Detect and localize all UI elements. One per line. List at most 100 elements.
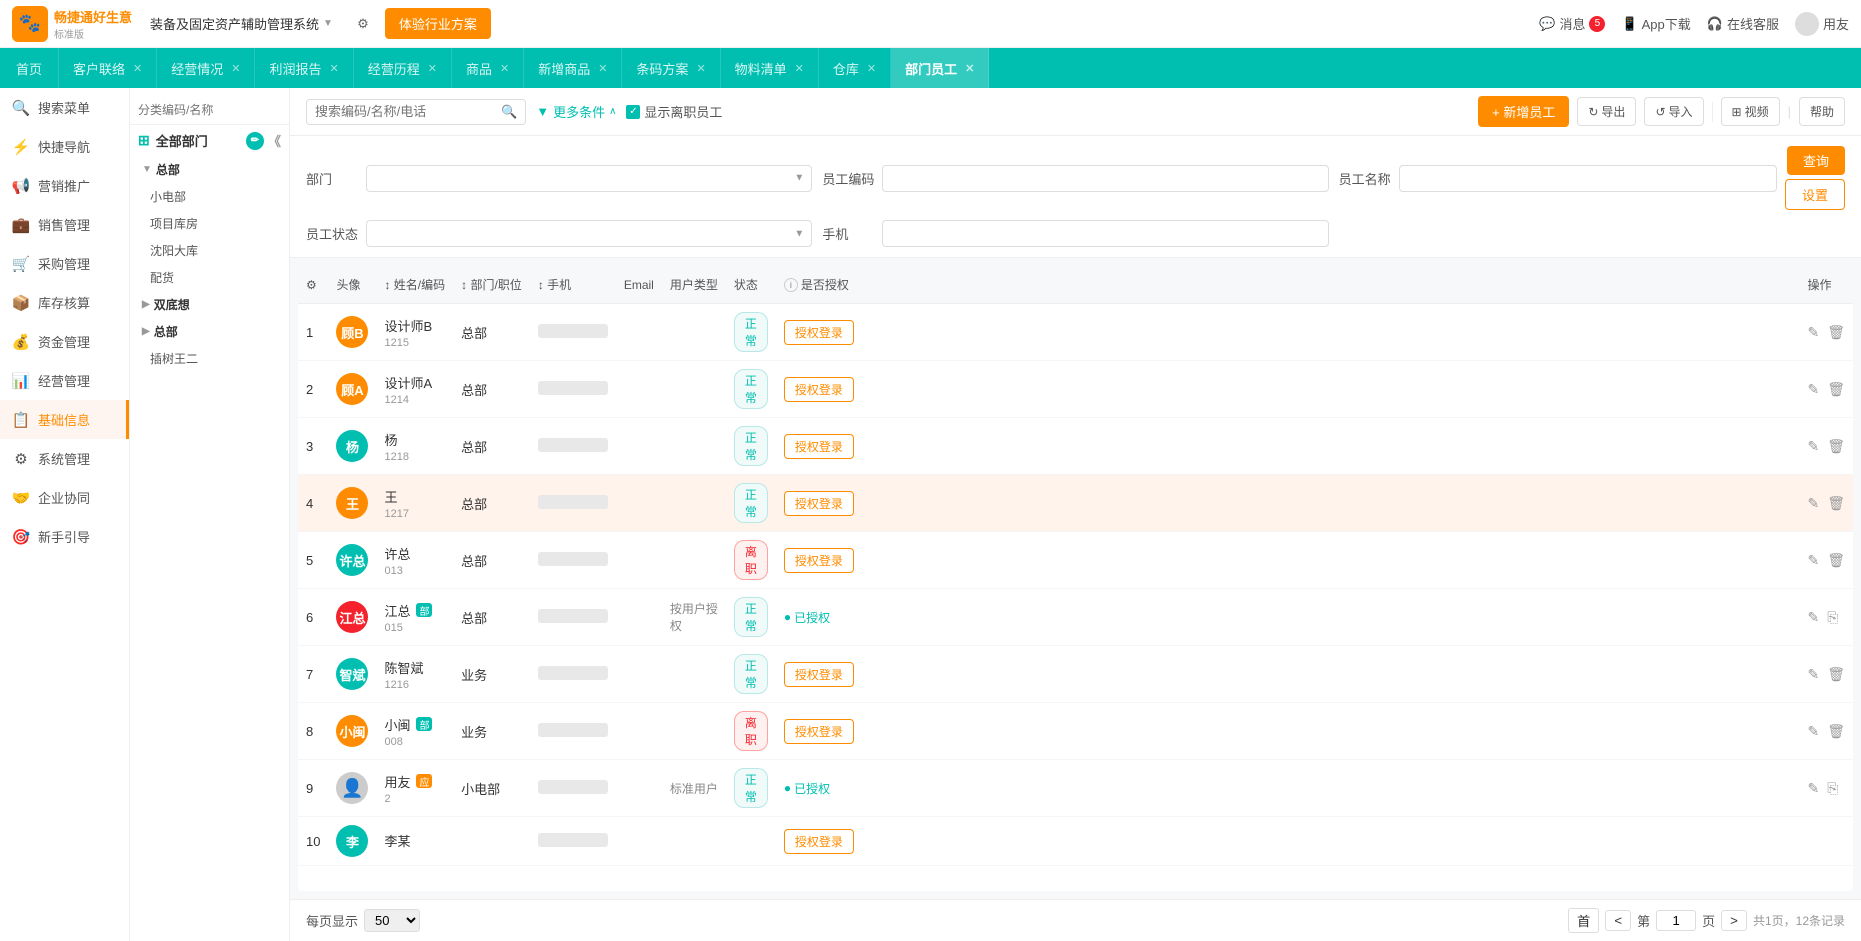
next-page-button[interactable]: >	[1721, 910, 1747, 931]
help-button[interactable]: 帮助	[1799, 97, 1845, 126]
system-title-dropdown[interactable]: 装备及固定资产辅助管理系统 ▼	[150, 14, 333, 33]
dept-item-xiaodiaobu[interactable]: 小电部	[130, 183, 289, 210]
filter-status-select[interactable]	[366, 220, 812, 247]
dept-all-header[interactable]: ⊞ 全部部门 ✏ 《	[130, 125, 289, 156]
sidebar-item-finance[interactable]: 💰 资金管理	[0, 322, 129, 361]
auth-btn-3[interactable]: 授权登录	[784, 434, 854, 459]
auth-btn-8[interactable]: 授权登录	[784, 719, 854, 744]
sidebar-item-collab[interactable]: 🤝 企业协同	[0, 478, 129, 517]
edit-icon-8[interactable]: ✎	[1807, 723, 1819, 740]
page-number-input[interactable]	[1656, 910, 1696, 931]
auth-btn-10[interactable]: 授权登录	[784, 829, 854, 854]
tab-profit-close[interactable]: ✕	[330, 62, 339, 75]
tab-new-product-close[interactable]: ✕	[598, 62, 607, 75]
sidebar-item-marketing[interactable]: 📢 营销推广	[0, 166, 129, 205]
dept-collapse-icon[interactable]: 《	[268, 131, 281, 150]
tab-bom-close[interactable]: ✕	[795, 62, 804, 75]
tab-bom[interactable]: 物料清单✕	[721, 48, 819, 88]
edit-icon-3[interactable]: ✎	[1807, 438, 1819, 455]
page-size-select[interactable]: 50 100	[364, 909, 420, 932]
dept-group-shuangdi[interactable]: ▶ 双底想	[130, 291, 289, 318]
tab-new-product[interactable]: 新增商品✕	[524, 48, 622, 88]
query-button[interactable]: 查询	[1787, 146, 1845, 175]
dept-group-zongbu2[interactable]: ▶ 总部	[130, 318, 289, 345]
show-inactive-checkbox[interactable]: ✓	[626, 105, 640, 119]
dept-item-xiangmukufang[interactable]: 项目库房	[130, 210, 289, 237]
trial-button[interactable]: 体验行业方案	[385, 8, 491, 39]
edit-icon-4[interactable]: ✎	[1807, 495, 1819, 512]
settings-button[interactable]: ⚙	[349, 10, 377, 38]
tab-operation-close[interactable]: ✕	[231, 62, 240, 75]
dept-edit-icon[interactable]: ✏	[246, 132, 264, 150]
col-name[interactable]: ↕ 姓名/编码	[376, 266, 453, 304]
user-button[interactable]: 用友	[1795, 12, 1849, 36]
online-service-button[interactable]: 🎧 在线客服	[1707, 14, 1779, 33]
prev-page-button[interactable]: <	[1605, 910, 1631, 931]
edit-icon-7[interactable]: ✎	[1807, 666, 1819, 683]
delete-icon-2[interactable]: 🗑	[1827, 381, 1845, 398]
app-download-button[interactable]: 📱 App下载	[1621, 14, 1690, 33]
dept-item-peihuo[interactable]: 配货	[130, 264, 289, 291]
filter-name-input[interactable]	[1399, 165, 1777, 192]
employee-search-input[interactable]	[315, 104, 495, 119]
col-settings[interactable]: ⚙	[298, 266, 328, 304]
show-inactive-toggle[interactable]: ✓ 显示离职员工	[626, 102, 722, 121]
edit-icon-9[interactable]: ✎	[1807, 780, 1819, 797]
export-button[interactable]: ↻ 导出	[1577, 97, 1636, 126]
search-btn-icon[interactable]: 🔍	[501, 104, 517, 120]
tab-history-close[interactable]: ✕	[428, 62, 437, 75]
delete-icon-5[interactable]: 🗑	[1827, 552, 1845, 569]
set-button[interactable]: 设置	[1785, 179, 1845, 210]
tab-product-close[interactable]: ✕	[500, 62, 509, 75]
tab-home[interactable]: 首页	[8, 48, 59, 88]
delete-icon-8[interactable]: 🗑	[1827, 723, 1845, 740]
col-dept[interactable]: ↕ 部门/职位	[453, 266, 530, 304]
sidebar-item-operation[interactable]: 📊 经营管理	[0, 361, 129, 400]
copy-icon-9[interactable]: ⎘	[1827, 780, 1838, 797]
tab-operation[interactable]: 经营情况✕	[157, 48, 255, 88]
sidebar-item-guide[interactable]: 🎯 新手引导	[0, 517, 129, 556]
col-phone[interactable]: ↕ 手机	[530, 266, 616, 304]
tab-barcode-close[interactable]: ✕	[696, 62, 705, 75]
tab-employee-close[interactable]: ✕	[965, 62, 974, 75]
delete-icon-3[interactable]: 🗑	[1827, 438, 1845, 455]
filter-dept-select[interactable]	[366, 165, 812, 192]
sidebar-item-inventory[interactable]: 📦 库存核算	[0, 283, 129, 322]
message-button[interactable]: 💬 消息 5	[1539, 14, 1605, 33]
filter-code-input[interactable]	[882, 165, 1328, 192]
auth-btn-2[interactable]: 授权登录	[784, 377, 854, 402]
tab-profit[interactable]: 利润报告✕	[255, 48, 353, 88]
tab-warehouse[interactable]: 仓库✕	[819, 48, 891, 88]
edit-icon-1[interactable]: ✎	[1807, 324, 1819, 341]
sidebar-item-system[interactable]: ⚙ 系统管理	[0, 439, 129, 478]
sidebar-item-search[interactable]: 🔍 搜索菜单	[0, 88, 129, 127]
dept-group-zongbu-main[interactable]: ▼ 总部	[130, 156, 289, 183]
sidebar-item-purchase[interactable]: 🛒 采购管理	[0, 244, 129, 283]
more-filter-button[interactable]: ▼ 更多条件 ∧	[536, 102, 616, 121]
edit-icon-2[interactable]: ✎	[1807, 381, 1819, 398]
auth-btn-5[interactable]: 授权登录	[784, 548, 854, 573]
delete-icon-7[interactable]: 🗑	[1827, 666, 1845, 683]
dept-item-shenyangdaku[interactable]: 沈阳大库	[130, 237, 289, 264]
tab-barcode[interactable]: 条码方案✕	[622, 48, 720, 88]
dept-item-chashu[interactable]: 插树王二	[130, 345, 289, 372]
sidebar-item-basic[interactable]: 📋 基础信息	[0, 400, 129, 439]
delete-icon-1[interactable]: 🗑	[1827, 324, 1845, 341]
sidebar-item-quick[interactable]: ⚡ 快捷导航	[0, 127, 129, 166]
filter-phone-input[interactable]	[882, 220, 1328, 247]
auth-btn-4[interactable]: 授权登录	[784, 491, 854, 516]
auth-btn-1[interactable]: 授权登录	[784, 320, 854, 345]
copy-icon-6[interactable]: ⎘	[1827, 609, 1838, 626]
edit-icon-6[interactable]: ✎	[1807, 609, 1819, 626]
dept-search-input[interactable]	[138, 103, 293, 117]
import-button[interactable]: ↺ 导入	[1644, 97, 1703, 126]
view-button[interactable]: ⊞ 视频	[1721, 97, 1780, 126]
sidebar-item-sales[interactable]: 💼 销售管理	[0, 205, 129, 244]
delete-icon-4[interactable]: 🗑	[1827, 495, 1845, 512]
auth-btn-7[interactable]: 授权登录	[784, 662, 854, 687]
first-page-button[interactable]: 首	[1568, 908, 1599, 933]
tab-history[interactable]: 经营历程✕	[354, 48, 452, 88]
tab-product[interactable]: 商品✕	[452, 48, 524, 88]
edit-icon-5[interactable]: ✎	[1807, 552, 1819, 569]
tab-warehouse-close[interactable]: ✕	[867, 62, 876, 75]
